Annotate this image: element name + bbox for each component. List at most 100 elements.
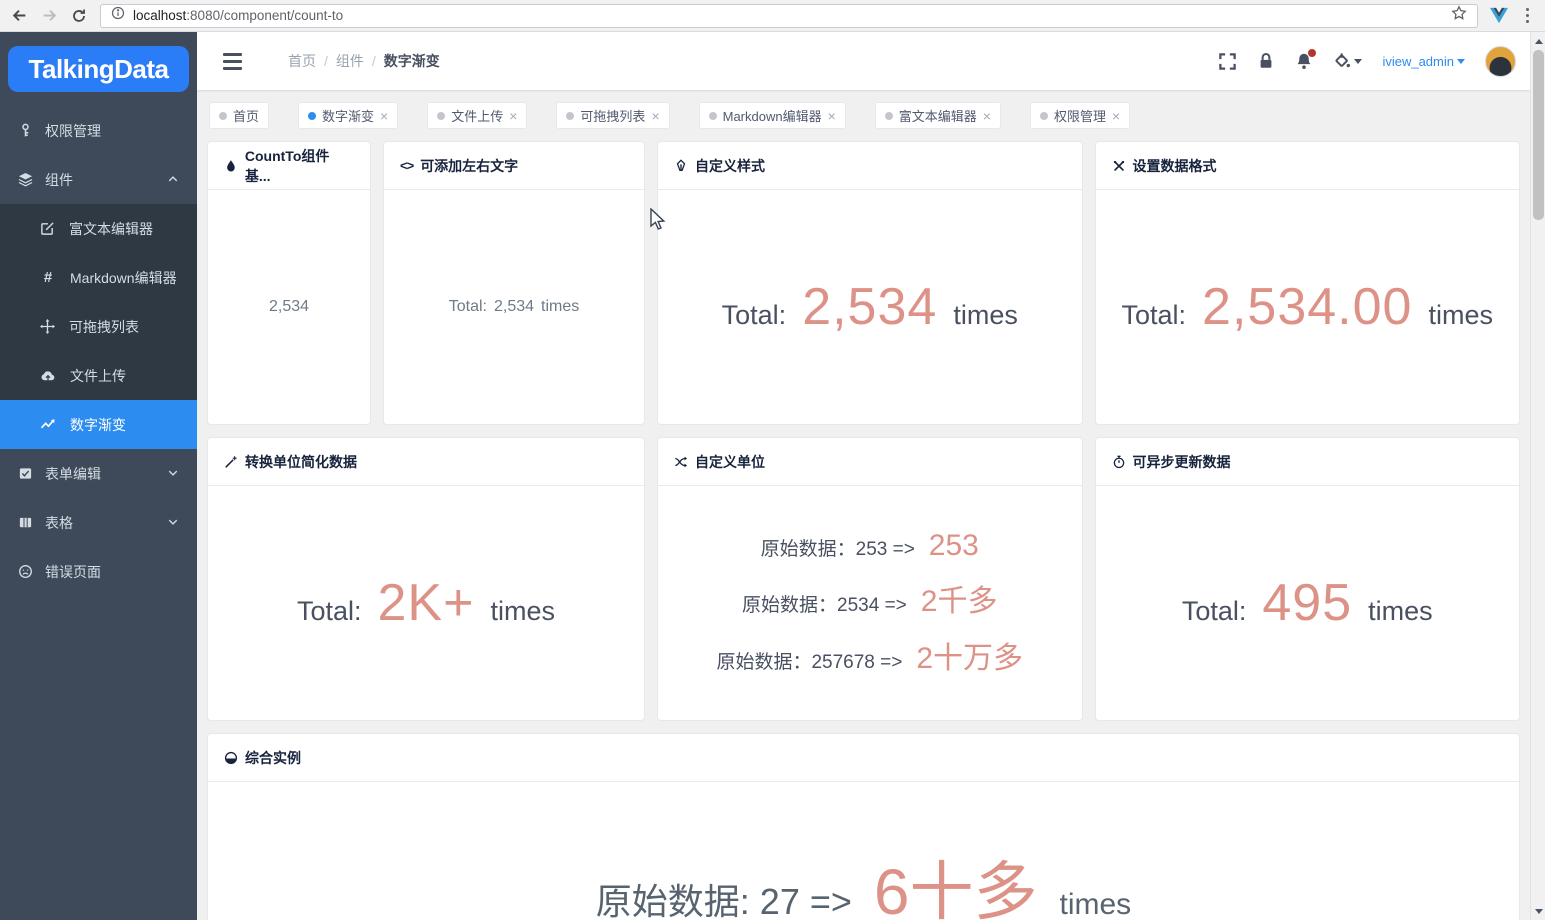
count-suffix: times: [1059, 888, 1132, 920]
tab-dot-icon: [566, 111, 575, 120]
close-icon[interactable]: ×: [983, 109, 991, 123]
tab-label: Markdown编辑器: [722, 109, 822, 124]
sidebar-subitem-count-to[interactable]: 数字渐变: [0, 400, 197, 449]
tab-label: 可拖拽列表: [580, 109, 646, 124]
hamburger-menu-icon[interactable]: [217, 47, 248, 76]
browser-toolbar: localhost:8080/component/count-to: [0, 0, 1545, 32]
forward-icon[interactable]: [40, 7, 58, 25]
breadcrumb-home[interactable]: 首页: [288, 51, 316, 71]
count-prefix: Total:: [1121, 300, 1187, 330]
sidebar-item-error-page[interactable]: 错误页面: [0, 547, 197, 596]
compose-icon: [41, 222, 54, 235]
tab-dot-icon: [708, 111, 717, 120]
breadcrumb-separator: /: [324, 53, 328, 69]
sidebar-item-label: 错误页面: [45, 563, 101, 580]
sidebar-subitem-file-upload[interactable]: 文件上传: [0, 351, 197, 400]
back-icon[interactable]: [10, 7, 28, 25]
chevron-down-icon: [167, 515, 179, 531]
main-content: 首页 数字渐变 × 文件上传 × 可拖拽列表 × Markdown编辑器 × 富…: [197, 90, 1530, 920]
layers-icon: [18, 172, 33, 187]
lock-icon[interactable]: [1257, 52, 1275, 70]
converted-value: 2十万多: [916, 642, 1024, 675]
card-title: 设置数据格式: [1132, 157, 1217, 174]
close-icon[interactable]: ×: [380, 109, 388, 123]
username: iview_admin: [1382, 53, 1454, 69]
raw-data-label: 原始数据: 27 =>: [595, 881, 852, 920]
vue-devtools-icon[interactable]: [1490, 7, 1508, 25]
theme-bucket-icon[interactable]: [1333, 52, 1363, 70]
page-scrollbar: [1530, 32, 1545, 920]
bell-icon[interactable]: [1295, 49, 1317, 70]
breadcrumb-current: 数字渐变: [383, 53, 440, 69]
card-header: 自定义单位: [658, 438, 1082, 486]
count-value: 2,534: [493, 298, 535, 315]
close-icon[interactable]: ×: [651, 109, 659, 123]
stopwatch-icon: [1113, 455, 1124, 468]
tab-file-upload[interactable]: 文件上传 ×: [427, 102, 528, 129]
count-suffix: times: [541, 298, 580, 315]
cloud-upload-icon: [41, 371, 55, 381]
breadcrumb-separator: /: [371, 53, 376, 69]
header-actions: iview_admin: [1218, 45, 1530, 77]
chevron-down-icon: [167, 466, 179, 482]
page-info-icon[interactable]: [111, 6, 125, 25]
browser-menu-icon[interactable]: [1520, 6, 1535, 25]
chevron-up-icon: [167, 172, 179, 188]
sidebar-subitem-markdown-editor[interactable]: # Markdown编辑器: [0, 253, 197, 302]
close-icon[interactable]: ×: [1112, 109, 1120, 123]
scroll-down-arrow-icon[interactable]: [1531, 904, 1545, 918]
sidebar-subitem-draggable-list[interactable]: 可拖拽列表: [0, 302, 197, 351]
sidebar-subitem-rich-editor[interactable]: 富文本编辑器: [0, 204, 197, 253]
code-icon: <>: [400, 158, 414, 173]
card-title: 可异步更新数据: [1132, 453, 1231, 470]
components-submenu: 富文本编辑器 # Markdown编辑器 可拖拽列表 文件上传 数字渐变: [0, 204, 197, 449]
notification-badge: [1308, 49, 1317, 57]
close-icon[interactable]: ×: [509, 109, 517, 123]
tab-rich-editor[interactable]: 富文本编辑器 ×: [874, 102, 1001, 129]
tab-label: 数字渐变: [322, 109, 375, 124]
url-path: :8080/component/count-to: [186, 8, 344, 23]
breadcrumb-section[interactable]: 组件: [336, 51, 364, 71]
count-value: 2K+: [377, 574, 475, 632]
sidebar-item-components[interactable]: 组件: [0, 155, 197, 204]
sidebar-item-label: Markdown编辑器: [70, 269, 177, 286]
tab-count-to[interactable]: 数字渐变 ×: [298, 102, 399, 129]
reload-icon[interactable]: [70, 7, 88, 25]
tab-draggable-list[interactable]: 可拖拽列表 ×: [556, 102, 670, 129]
fullscreen-icon[interactable]: [1218, 52, 1237, 71]
card-title: 自定义样式: [695, 157, 765, 174]
sidebar-menu: 权限管理 组件 富文本编辑器 # Markdown编辑器 可拖拽列表 文件上传 …: [0, 106, 197, 596]
scrollbar-thumb[interactable]: [1533, 50, 1544, 220]
scroll-up-arrow-icon[interactable]: [1531, 34, 1545, 48]
count-value: 495: [1262, 574, 1353, 632]
hash-icon: #: [43, 269, 53, 286]
card-title: 自定义单位: [695, 453, 765, 470]
sidebar-item-form-edit[interactable]: 表单编辑: [0, 449, 197, 498]
avatar[interactable]: [1485, 45, 1516, 77]
sidebar-item-table[interactable]: 表格: [0, 498, 197, 547]
card-header: CountTo组件基...: [208, 142, 370, 190]
sidebar-item-label: 表格: [45, 514, 73, 531]
bookmark-star-icon[interactable]: [1451, 5, 1467, 26]
user-dropdown[interactable]: iview_admin: [1382, 54, 1465, 69]
raw-data-label: 原始数据：253 =>: [760, 539, 915, 560]
card-data-format: 设置数据格式 Total: 2,534.00 times: [1094, 141, 1520, 425]
tab-markdown-editor[interactable]: Markdown编辑器 ×: [698, 102, 846, 129]
count-value: 2,534: [268, 298, 310, 315]
count-line: Total: 2,534.00 times: [1122, 277, 1493, 337]
address-bar[interactable]: localhost:8080/component/count-to: [100, 3, 1478, 28]
url-text: localhost:8080/component/count-to: [133, 8, 343, 23]
count-line: Total: 2,534 times: [449, 298, 580, 316]
card-async-update: 可异步更新数据 Total: 495 times: [1094, 437, 1520, 721]
close-icon[interactable]: ×: [828, 109, 836, 123]
wand-icon: [225, 455, 237, 468]
key-icon: [22, 123, 29, 137]
move-icon: [40, 319, 55, 334]
breadcrumb: 首页 / 组件 / 数字渐变: [288, 51, 440, 71]
tab-home[interactable]: 首页: [209, 102, 270, 129]
sidebar-item-auth-manage[interactable]: 权限管理: [0, 106, 197, 155]
tab-dot-icon: [1039, 111, 1048, 120]
tab-auth-manage[interactable]: 权限管理 ×: [1029, 102, 1131, 129]
count-prefix: Total:: [448, 298, 487, 315]
count-line: 原始数据: 27 => 6十多 times: [596, 841, 1131, 920]
